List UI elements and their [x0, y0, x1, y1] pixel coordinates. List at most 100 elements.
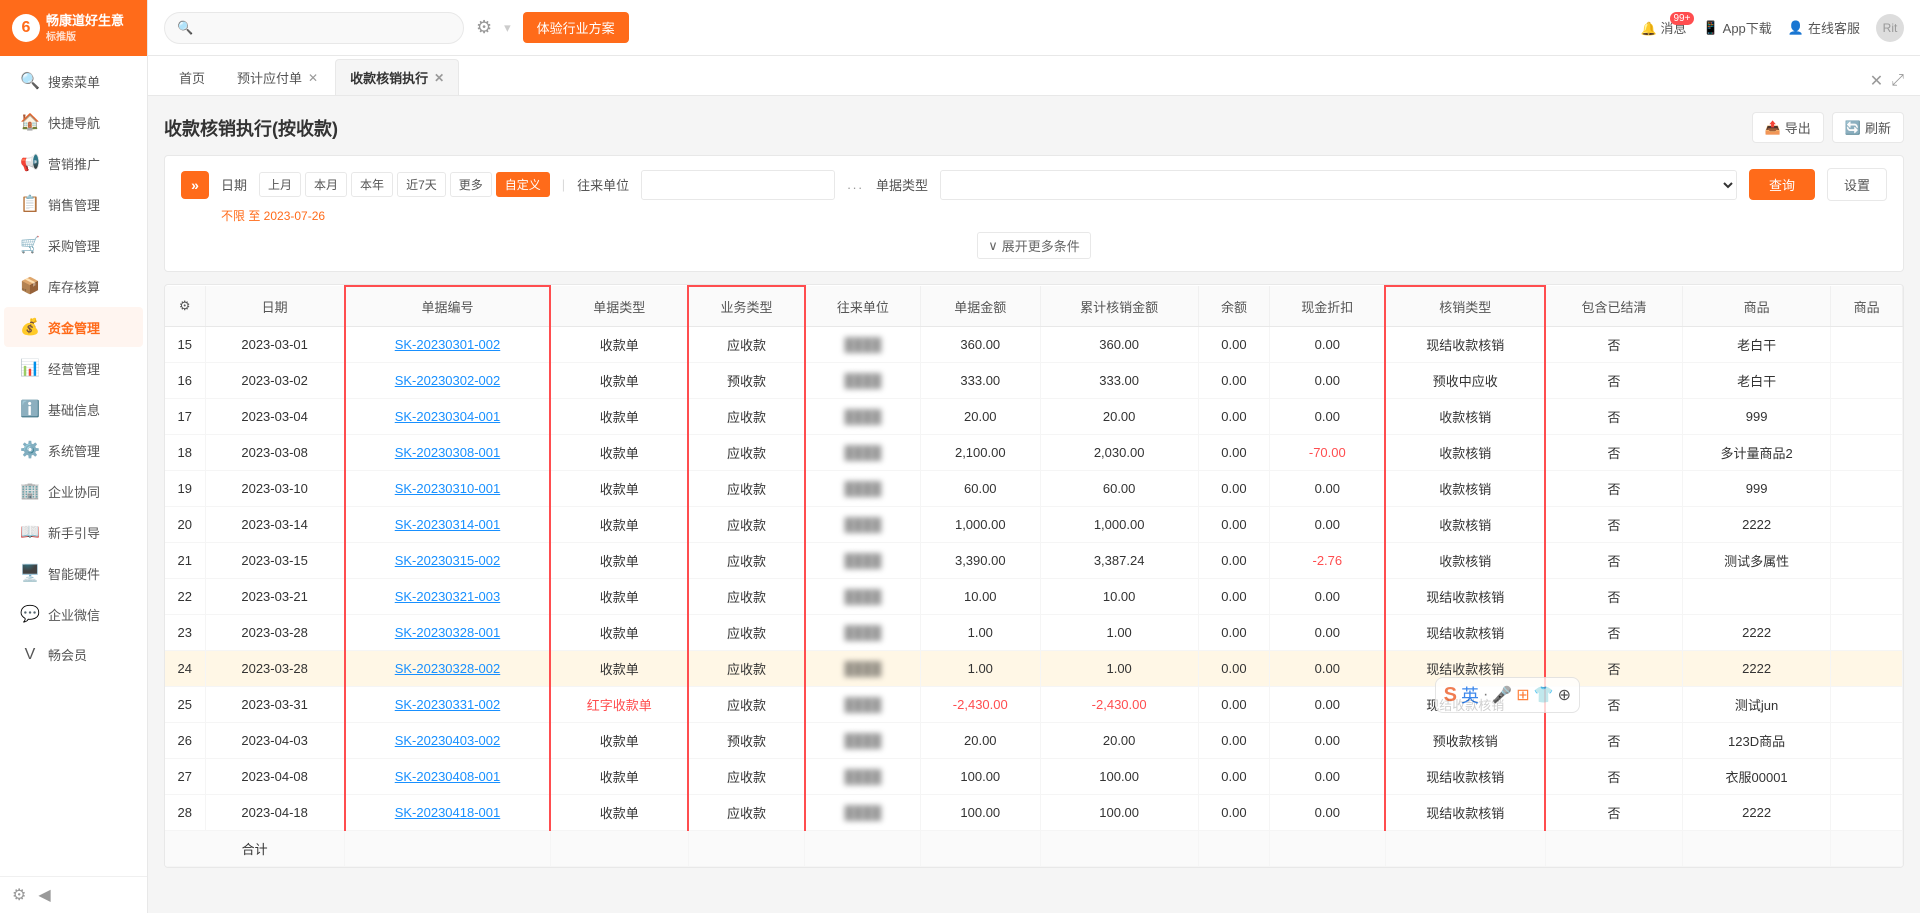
tab-home-label: 首页	[179, 68, 205, 87]
th-settings[interactable]: ⚙	[165, 286, 205, 327]
td-write-off-type: 收款核销	[1385, 543, 1545, 579]
date-this-month-btn[interactable]: 本月	[305, 172, 347, 197]
refresh-button[interactable]: 🔄 刷新	[1832, 112, 1904, 143]
td-voucher-type: 收款单	[550, 795, 688, 831]
topbar-search-bar[interactable]: 🔍	[164, 12, 464, 44]
tab-receipt-close-icon[interactable]: ✕	[434, 71, 444, 85]
table-row: 262023-04-03SK-20230403-002收款单预收款████20.…	[165, 723, 1903, 759]
td-voucher-no[interactable]: SK-20230315-002	[345, 543, 551, 579]
td-voucher-no[interactable]: SK-20230403-002	[345, 723, 551, 759]
tab-home[interactable]: 首页	[164, 59, 220, 95]
sidebar-item-wechat[interactable]: 💬 企业微信	[4, 594, 143, 634]
export-button[interactable]: 📤 导出	[1752, 112, 1824, 143]
sidebar-item-enterprise[interactable]: 🏢 企业协同	[4, 471, 143, 511]
td-amount: 10.00	[920, 579, 1040, 615]
expand-more-btn[interactable]: ∨ 展开更多条件	[977, 232, 1091, 259]
td-voucher-no[interactable]: SK-20230308-001	[345, 435, 551, 471]
td-total-write-off: 1.00	[1040, 615, 1198, 651]
company-input[interactable]	[641, 170, 835, 200]
sidebar-item-basicinfo[interactable]: ℹ️ 基础信息	[4, 389, 143, 429]
topbar-gear-icon[interactable]: ⚙	[476, 17, 492, 38]
basicinfo-icon: ℹ️	[20, 399, 40, 419]
table-footer-row: 合计	[165, 831, 1903, 867]
voucher-link[interactable]: SK-20230418-001	[395, 805, 501, 820]
td-product: 测试jun	[1682, 687, 1830, 723]
voucher-link[interactable]: SK-20230314-001	[395, 517, 501, 532]
td-voucher-no[interactable]: SK-20230302-002	[345, 363, 551, 399]
voucher-link[interactable]: SK-20230304-001	[395, 409, 501, 424]
sidebar-item-member[interactable]: V 畅会员	[4, 635, 143, 674]
td-total-write-off: 20.00	[1040, 399, 1198, 435]
footer-biz-type	[688, 831, 804, 867]
voucher-link[interactable]: SK-20230408-001	[395, 769, 501, 784]
sidebar-item-search[interactable]: 🔍 搜索菜单	[4, 61, 143, 101]
voucher-link[interactable]: SK-20230308-001	[395, 445, 501, 460]
td-voucher-no[interactable]: SK-20230328-002	[345, 651, 551, 687]
settings-button[interactable]: 设置	[1827, 168, 1887, 201]
sidebar-item-purchase[interactable]: 🛒 采购管理	[4, 225, 143, 265]
app-download-button[interactable]: 📱 App下载	[1702, 18, 1771, 37]
voucher-link[interactable]: SK-20230328-001	[395, 625, 501, 640]
date-last-month-btn[interactable]: 上月	[259, 172, 301, 197]
sidebar-item-guide[interactable]: 📖 新手引导	[4, 512, 143, 552]
tab-prepay-close-icon[interactable]: ✕	[308, 71, 318, 85]
sidebar-item-marketing[interactable]: 📢 营销推广	[4, 143, 143, 183]
voucher-link[interactable]: SK-20230321-003	[395, 589, 501, 604]
date-more-btn[interactable]: 更多	[450, 172, 492, 197]
table-header-row: ⚙ 日期 单据编号 单据类型 业务类型 往来单位 单据金额 累计核销金额 余额 …	[165, 286, 1903, 327]
voucher-link[interactable]: SK-20230301-002	[395, 337, 501, 352]
td-voucher-no[interactable]: SK-20230418-001	[345, 795, 551, 831]
tab-receipt[interactable]: 收款核销执行 ✕	[335, 59, 459, 95]
voucher-type-select[interactable]	[940, 170, 1737, 200]
date-custom-btn[interactable]: 自定义	[496, 172, 550, 197]
voucher-link[interactable]: SK-20230302-002	[395, 373, 501, 388]
voucher-link[interactable]: SK-20230328-002	[395, 661, 501, 676]
query-button[interactable]: 查询	[1749, 169, 1815, 200]
sidebar-item-system[interactable]: ⚙️ 系统管理	[4, 430, 143, 470]
td-include-settled: 否	[1545, 399, 1682, 435]
sidebar-item-hardware[interactable]: 🖥️ 智能硬件	[4, 553, 143, 593]
td-write-off-type: 预收款核销	[1385, 723, 1545, 759]
sidebar-item-operations[interactable]: 📊 经营管理	[4, 348, 143, 388]
voucher-link[interactable]: SK-20230331-002	[395, 697, 501, 712]
collapse-icon[interactable]: ◀	[38, 885, 50, 905]
td-voucher-no[interactable]: SK-20230321-003	[345, 579, 551, 615]
td-voucher-no[interactable]: SK-20230301-002	[345, 327, 551, 363]
voucher-link[interactable]: SK-20230315-002	[395, 553, 501, 568]
topbar-chevron-icon[interactable]: ▾	[504, 20, 511, 36]
tab-prepay[interactable]: 预计应付单 ✕	[222, 59, 333, 95]
tab-maximize-icon[interactable]: ⤢	[1891, 72, 1904, 90]
td-voucher-no[interactable]: SK-20230331-002	[345, 687, 551, 723]
sidebar-item-sales[interactable]: 📋 销售管理	[4, 184, 143, 224]
date-7days-btn[interactable]: 近7天	[397, 172, 446, 197]
sidebar-item-capital[interactable]: 💰 资金管理	[4, 307, 143, 347]
th-product: 商品	[1682, 286, 1830, 327]
td-company: ████	[805, 363, 921, 399]
sidebar-item-label: 销售管理	[48, 195, 100, 214]
filter-expand-button[interactable]: »	[181, 171, 209, 199]
sidebar-item-quicknav[interactable]: 🏠 快捷导航	[4, 102, 143, 142]
td-amount: -2,430.00	[920, 687, 1040, 723]
td-voucher-no[interactable]: SK-20230304-001	[345, 399, 551, 435]
td-voucher-no[interactable]: SK-20230314-001	[345, 507, 551, 543]
message-button[interactable]: 🔔 消息 99+	[1641, 18, 1687, 37]
tab-close-all-icon[interactable]: ✕	[1870, 71, 1883, 91]
table-row: 232023-03-28SK-20230328-001收款单应收款████1.0…	[165, 615, 1903, 651]
date-this-year-btn[interactable]: 本年	[351, 172, 393, 197]
user-avatar[interactable]: Rit	[1876, 14, 1904, 42]
online-service-button[interactable]: 👤 在线客服	[1788, 18, 1860, 37]
voucher-link[interactable]: SK-20230403-002	[395, 733, 501, 748]
footer-voucher-no	[345, 831, 551, 867]
settings-gear-icon[interactable]: ⚙	[12, 885, 26, 905]
td-voucher-type: 收款单	[550, 327, 688, 363]
td-balance: 0.00	[1198, 363, 1270, 399]
voucher-link[interactable]: SK-20230310-001	[395, 481, 501, 496]
solution-button[interactable]: 体验行业方案	[523, 12, 629, 43]
td-voucher-no[interactable]: SK-20230328-001	[345, 615, 551, 651]
td-voucher-no[interactable]: SK-20230408-001	[345, 759, 551, 795]
td-date: 2023-03-15	[205, 543, 345, 579]
td-product: 老白干	[1682, 363, 1830, 399]
td-biz-type: 预收款	[688, 723, 804, 759]
td-voucher-no[interactable]: SK-20230310-001	[345, 471, 551, 507]
sidebar-item-inventory[interactable]: 📦 库存核算	[4, 266, 143, 306]
